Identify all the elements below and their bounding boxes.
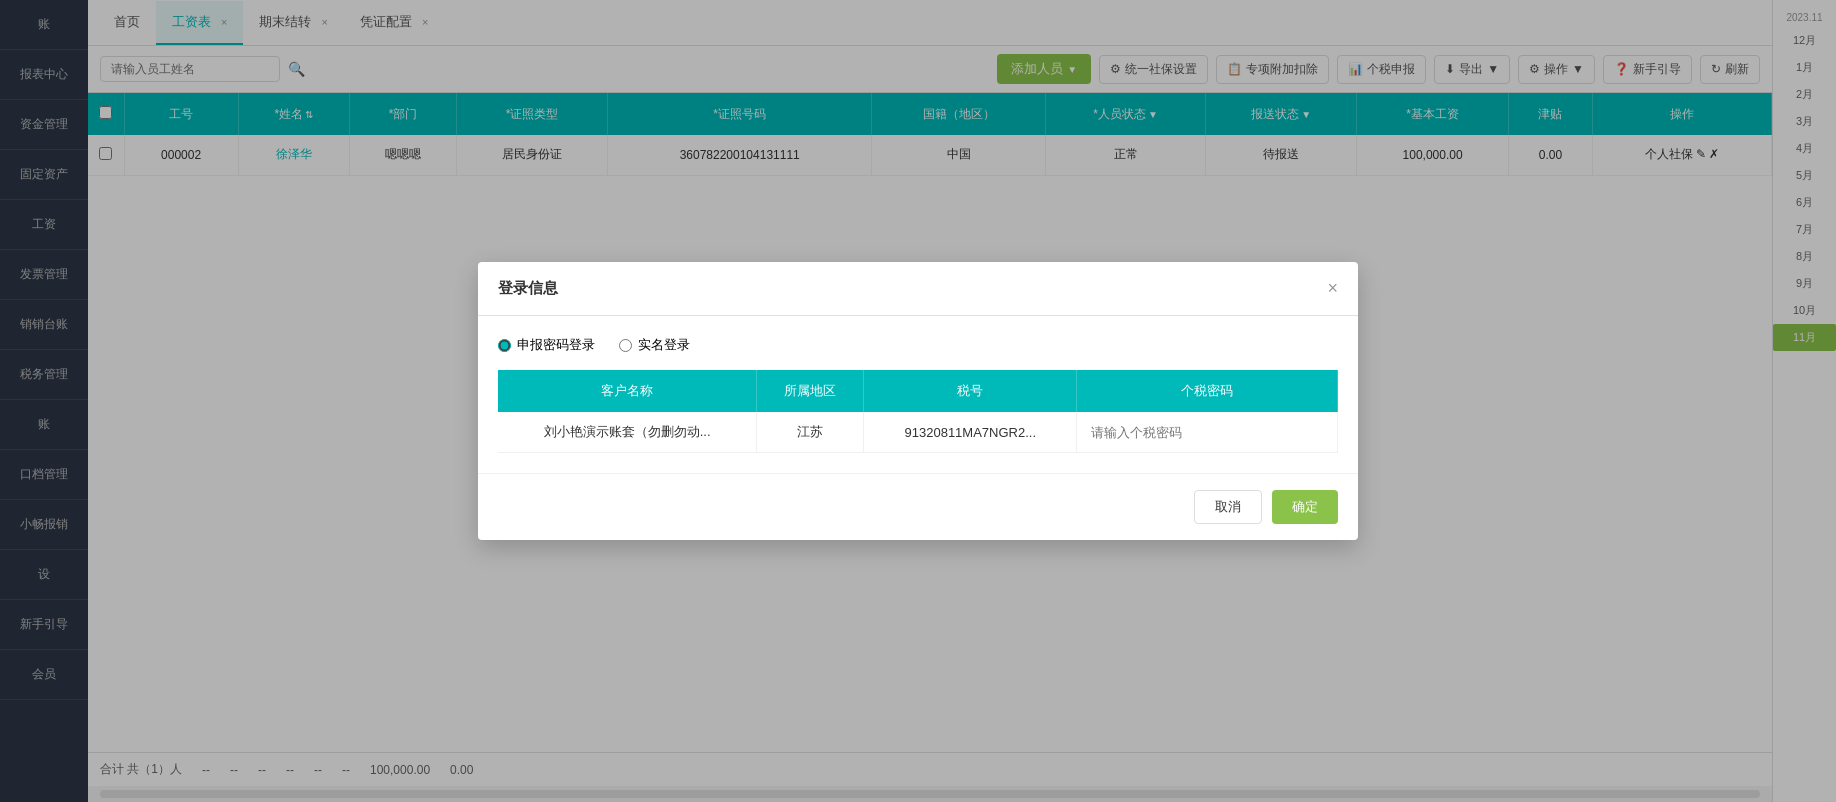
- modal-overlay: 登录信息 × 申报密码登录 实名登录: [0, 0, 1836, 802]
- col-tax-number: 税号: [864, 370, 1077, 412]
- login-type-radio-group: 申报密码登录 实名登录: [498, 336, 1338, 354]
- col-region: 所属地区: [757, 370, 864, 412]
- dialog-footer: 取消 确定: [478, 473, 1358, 540]
- cell-client-name: 刘小艳演示账套（勿删勿动...: [498, 412, 757, 452]
- client-table-row: 刘小艳演示账套（勿删勿动... 江苏 91320811MA7NGR2...: [498, 412, 1338, 452]
- radio-password-login[interactable]: 申报密码登录: [498, 336, 595, 354]
- dialog-close-button[interactable]: ×: [1327, 278, 1338, 299]
- dialog-title: 登录信息: [498, 279, 558, 298]
- col-tax-password: 个税密码: [1077, 370, 1338, 412]
- cell-tax-password[interactable]: [1077, 412, 1338, 452]
- col-client-name: 客户名称: [498, 370, 757, 412]
- client-table: 客户名称 所属地区 税号 个税密码 刘小艳演示账套（勿删勿动... 江苏 913…: [498, 370, 1338, 453]
- login-dialog: 登录信息 × 申报密码登录 实名登录: [478, 262, 1358, 540]
- confirm-button[interactable]: 确定: [1272, 490, 1338, 524]
- cell-region: 江苏: [757, 412, 864, 452]
- tax-password-input[interactable]: [1091, 425, 1323, 440]
- dialog-header: 登录信息 ×: [478, 262, 1358, 316]
- radio-password-input[interactable]: [498, 339, 511, 352]
- cell-tax-number: 91320811MA7NGR2...: [864, 412, 1077, 452]
- radio-realname-login[interactable]: 实名登录: [619, 336, 690, 354]
- cancel-button[interactable]: 取消: [1194, 490, 1262, 524]
- client-table-header: 客户名称 所属地区 税号 个税密码: [498, 370, 1338, 412]
- radio-realname-input[interactable]: [619, 339, 632, 352]
- dialog-body: 申报密码登录 实名登录 客户名称 所属地区 税号 个税密码: [478, 316, 1358, 473]
